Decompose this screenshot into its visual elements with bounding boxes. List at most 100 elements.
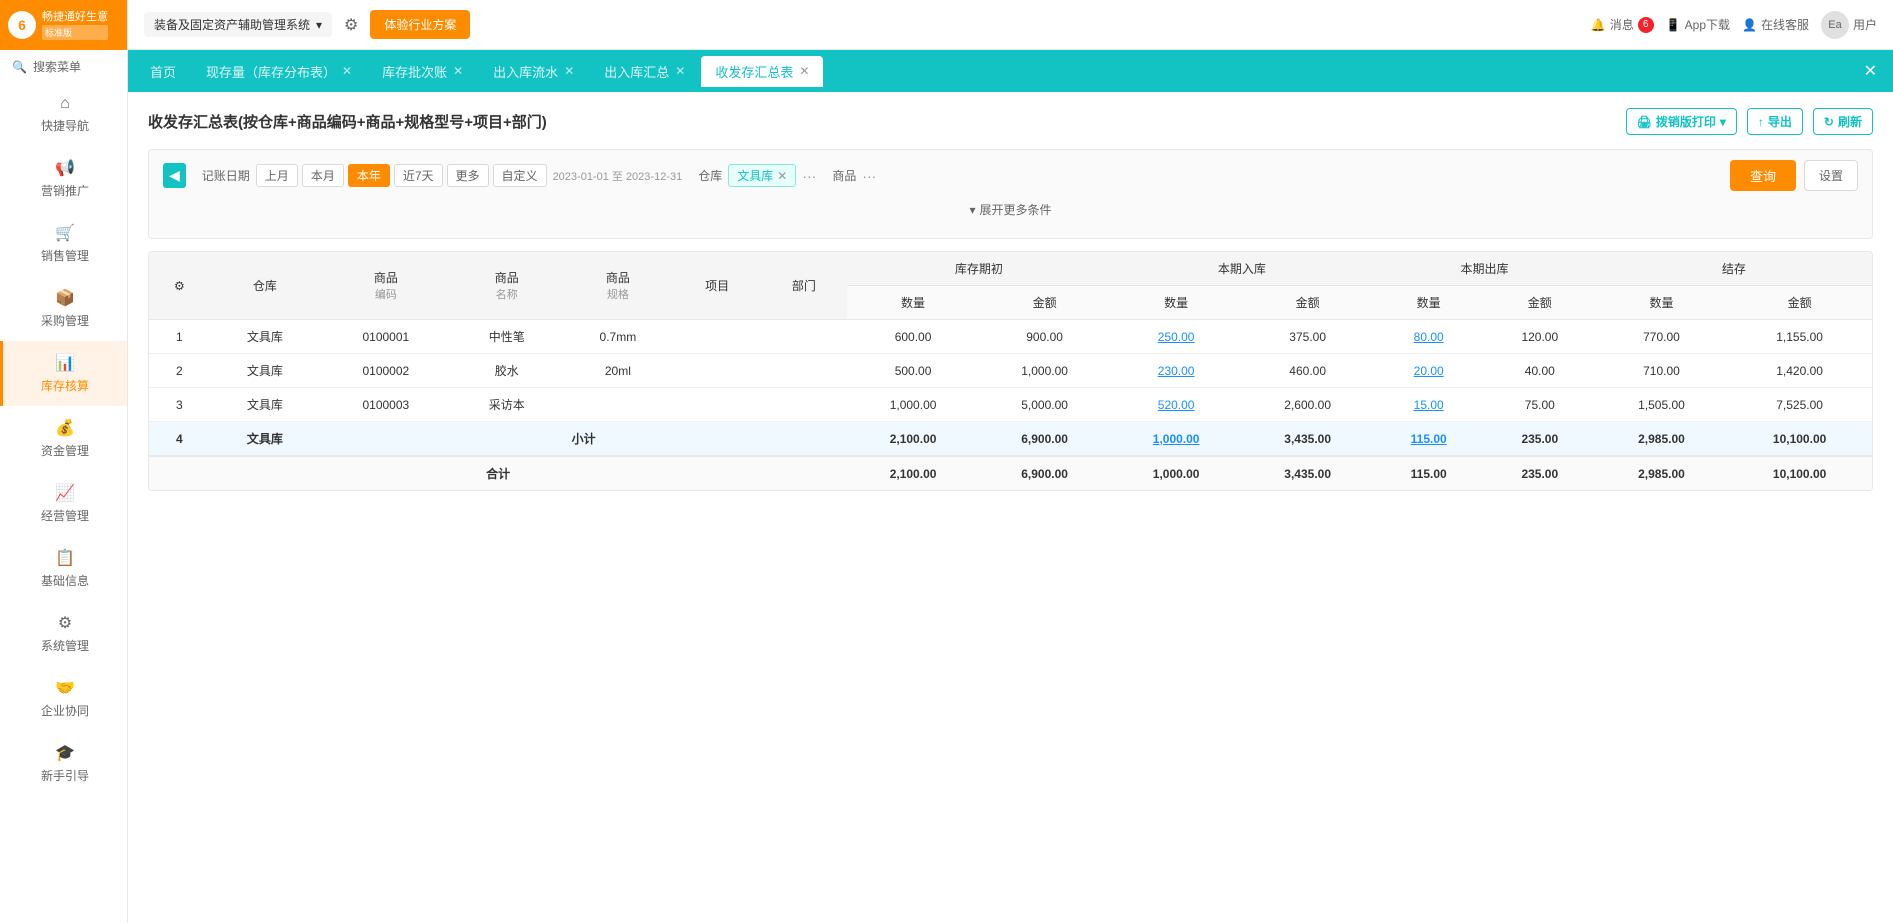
experience-btn[interactable]: 体验行业方案 [370,10,470,39]
online-service-btn[interactable]: 👤 在线客服 [1742,16,1809,33]
th-open-amt: 金额 [979,286,1111,320]
chevron-down-icon: ▾ [1720,115,1726,129]
nav-tabs: 首页 现存量（库存分布表） ✕ 库存批次账 ✕ 出入库流水 ✕ 出入库汇总 ✕ … [128,50,1893,92]
sales-icon: 🛒 [55,223,75,243]
refresh-btn[interactable]: ↻ 刷新 [1813,108,1873,135]
sidebar-item-purchase[interactable]: 📦 采购管理 [0,276,127,341]
filter-btn-this-year[interactable]: 本年 [348,164,390,187]
avatar: Ea [1821,11,1849,39]
row2-in-qty[interactable]: 230.00 [1110,354,1242,388]
title-actions: 🖨 拨销版打印 ▾ ↑ 导出 ↻ 刷新 [1626,108,1873,135]
sidebar-item-system[interactable]: ⚙ 系统管理 [0,601,127,666]
sidebar-item-basic-info[interactable]: 📋 基础信息 [0,536,127,601]
row2-dept [761,354,848,388]
th-in-amt: 金额 [1242,286,1374,320]
filter-btn-this-month[interactable]: 本月 [302,164,344,187]
table-header-group: ⚙ 仓库 商品编码 商品名称 商品规格 [149,252,1872,286]
table-row: 1 文具库 0100001 中性笔 0.7mm 600.00 900.00 25… [149,320,1872,354]
th-project: 项目 [674,252,761,320]
sidebar-item-quick-nav[interactable]: ⌂ 快捷导航 [0,83,127,146]
user-menu[interactable]: Ea 用户 [1821,11,1877,39]
row3-in-qty[interactable]: 520.00 [1110,388,1242,422]
warehouse-tag-close[interactable]: ✕ [777,169,787,183]
page-title: 收发存汇总表(按仓库+商品编码+商品+规格型号+项目+部门) [148,111,547,132]
total-out-qty: 115.00 [1373,456,1483,490]
th-warehouse: 仓库 [210,252,320,320]
filter-btn-more[interactable]: 更多 [447,164,489,187]
finance-icon: 💰 [55,418,75,438]
total-label: 合计 [149,456,847,490]
row1-open-qty: 600.00 [847,320,979,354]
notifications-btn[interactable]: 🔔 消息 6 [1591,16,1654,33]
row1-out-qty[interactable]: 80.00 [1373,320,1483,354]
total-row: 合计 2,100.00 6,900.00 1,000.00 3,435.00 1… [149,456,1872,490]
tabs-end-btn[interactable]: ✕ [1856,57,1885,85]
setting-btn[interactable]: 设置 [1804,160,1858,191]
export-btn[interactable]: ↑ 导出 [1747,108,1803,135]
th-in-qty: 数量 [1110,286,1242,320]
row2-warehouse: 文具库 [210,354,320,388]
home-icon: ⌂ [60,95,70,113]
operations-icon: 📈 [55,483,75,503]
query-btn[interactable]: 查询 [1730,160,1796,191]
filter-collapse-btn[interactable]: ◀ [163,163,186,188]
row1-dept [761,320,848,354]
th-inbound: 本期入库 [1110,252,1373,286]
sidebar-item-finance[interactable]: 💰 资金管理 [0,406,127,471]
subtotal-row: 4 文具库 小计 2,100.00 6,900.00 1,000.00 3,43… [149,422,1872,457]
th-settings[interactable]: ⚙ [149,252,210,320]
tab-close-batch[interactable]: ✕ [453,64,463,78]
row2-no: 2 [149,354,210,388]
filter-row: ◀ 记账日期 上月 本月 本年 近7天 更多 自定义 2023-01-01 至 … [163,160,1858,191]
tab-collect-summary[interactable]: 收发存汇总表 ✕ [701,56,823,87]
tab-batch-account[interactable]: 库存批次账 ✕ [368,56,477,87]
tab-summary[interactable]: 出入库汇总 ✕ [590,56,699,87]
system-icon: ⚙ [58,613,72,633]
sidebar-item-enterprise[interactable]: 🤝 企业协同 [0,666,127,731]
row1-in-qty[interactable]: 250.00 [1110,320,1242,354]
subtotal-out-amt: 235.00 [1484,422,1596,457]
search-menu-item[interactable]: 🔍 搜索菜单 [0,50,127,83]
tab-close-stock-dist[interactable]: ✕ [342,64,352,78]
total-bal-amt: 10,100.00 [1727,456,1872,490]
sidebar-item-operations[interactable]: 📈 经营管理 [0,471,127,536]
purchase-icon: 📦 [55,288,75,308]
sidebar-item-inventory[interactable]: 📊 库存核算 [0,341,127,406]
filter-btn-7days[interactable]: 近7天 [394,164,443,187]
tab-stock-dist[interactable]: 现存量（库存分布表） ✕ [192,56,366,87]
chevron-down-icon: ▾ [969,203,975,217]
gear-icon: ⚙ [174,279,185,293]
settings-icon[interactable]: ⚙ [344,15,358,35]
tab-home[interactable]: 首页 [136,56,190,87]
inventory-icon: 📊 [55,353,75,373]
th-outbound: 本期出库 [1373,252,1595,286]
sidebar-item-sales[interactable]: 🛒 销售管理 [0,211,127,276]
tab-close-collect[interactable]: ✕ [799,64,809,78]
row3-open-qty: 1,000.00 [847,388,979,422]
marketing-icon: 📢 [55,158,75,178]
filter-btn-custom[interactable]: 自定义 [493,164,547,187]
filter-btn-last-month[interactable]: 上月 [256,164,298,187]
tab-close-flow[interactable]: ✕ [564,64,574,78]
row2-out-qty[interactable]: 20.00 [1373,354,1483,388]
table-footer: 合计 2,100.00 6,900.00 1,000.00 3,435.00 1… [149,456,1872,490]
row2-bal-qty: 710.00 [1596,354,1728,388]
sidebar-item-marketing[interactable]: 📢 营销推广 [0,146,127,211]
th-department: 部门 [761,252,848,320]
newbie-icon: 🎓 [55,743,75,763]
system-selector[interactable]: 装备及固定资产辅助管理系统 ▾ [144,12,332,37]
sidebar-item-newbie[interactable]: 🎓 新手引导 [0,731,127,796]
sidebar-logo: 6 畅捷通好生意 标准版 [0,0,127,50]
warehouse-more-btn[interactable]: ··· [802,168,816,184]
search-icon: 🔍 [12,60,27,74]
expand-more-btn[interactable]: ▾ 展开更多条件 [163,195,1858,224]
tab-close-summary[interactable]: ✕ [675,64,685,78]
row3-out-qty[interactable]: 15.00 [1373,388,1483,422]
service-icon: 👤 [1742,18,1757,32]
tab-flow[interactable]: 出入库流水 ✕ [479,56,588,87]
row3-in-amt: 2,600.00 [1242,388,1374,422]
row2-in-amt: 460.00 [1242,354,1374,388]
print-btn[interactable]: 🖨 拨销版打印 ▾ [1626,108,1737,135]
app-download-btn[interactable]: 📱 App下载 [1666,16,1730,33]
goods-more-btn[interactable]: ··· [862,168,876,184]
